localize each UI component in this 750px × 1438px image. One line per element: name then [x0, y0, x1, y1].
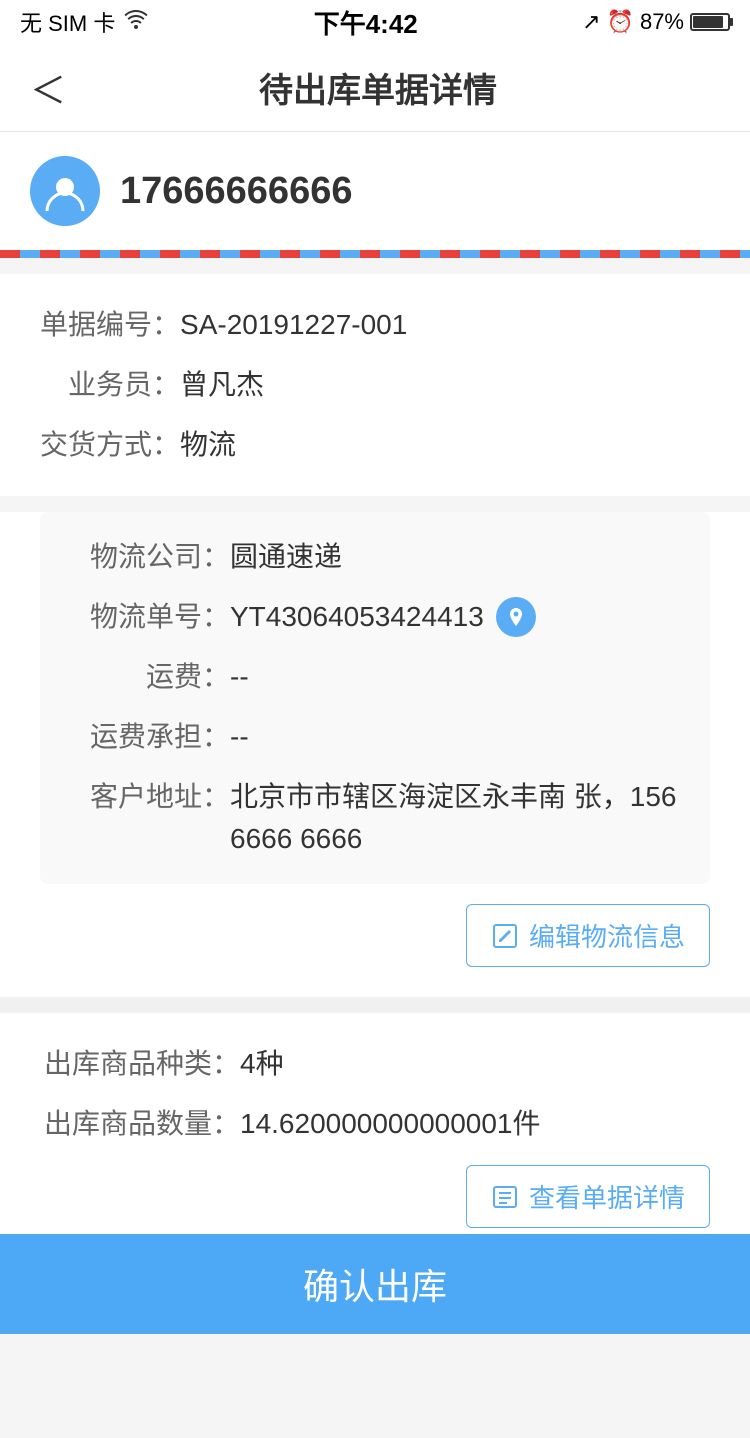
freight-bear-value: --: [230, 716, 680, 758]
tracking-value-wrap: YT43064053424413: [230, 596, 680, 638]
address-value: 北京市市辖区海淀区永丰南 张，156 6666 6666: [230, 776, 680, 860]
status-carrier: 无 SIM 卡: [20, 6, 149, 38]
edit-btn-label: 编辑物流信息: [529, 917, 685, 954]
address-label: 客户地址：: [70, 776, 230, 818]
tracking-row: 物流单号： YT43064053424413: [70, 596, 680, 638]
status-right: ↗ ⏰ 87%: [582, 9, 730, 35]
confirm-button[interactable]: 确认出库: [303, 1258, 447, 1310]
logistics-company-value: 圆通速递: [230, 536, 680, 578]
goods-section: 出库商品种类： 4种 出库商品数量： 14.620000000000001件 查…: [0, 1013, 750, 1258]
alarm-icon: ⏰: [607, 9, 634, 35]
section-divider: [0, 997, 750, 1013]
address-row: 客户地址： 北京市市辖区海淀区永丰南 张，156 6666 6666: [70, 776, 680, 860]
logistics-section: 物流公司： 圆通速递 物流单号： YT43064053424413 运费： --…: [0, 512, 750, 997]
delivery-method-label: 交货方式：: [40, 424, 180, 466]
location-arrow-icon: ↗: [582, 9, 600, 35]
carrier-text: 无 SIM 卡: [20, 6, 115, 38]
delivery-method-value: 物流: [180, 424, 710, 466]
goods-quantity-row: 出库商品数量： 14.620000000000001件: [40, 1103, 710, 1145]
goods-types-label: 出库商品种类：: [40, 1043, 240, 1085]
detail-btn-label: 查看单据详情: [529, 1178, 685, 1215]
confirm-bar: 确认出库: [0, 1234, 750, 1334]
nav-bar: ＜ 待出库单据详情: [0, 44, 750, 132]
dashed-separator: [0, 250, 750, 258]
customer-phone: 17666666666: [120, 170, 352, 213]
freight-label: 运费：: [70, 656, 230, 698]
detail-btn-wrap: 查看单据详情: [40, 1165, 710, 1228]
status-time: 下午4:42: [314, 4, 418, 41]
logistics-company-row: 物流公司： 圆通速递: [70, 536, 680, 578]
logistics-card: 物流公司： 圆通速递 物流单号： YT43064053424413 运费： --…: [40, 512, 710, 884]
battery-icon: [690, 13, 730, 31]
order-no-row: 单据编号： SA-20191227-001: [40, 304, 710, 346]
delivery-method-row: 交货方式： 物流: [40, 424, 710, 466]
view-detail-button[interactable]: 查看单据详情: [466, 1165, 710, 1228]
back-button[interactable]: ＜: [30, 62, 66, 114]
tracking-label: 物流单号：: [70, 596, 230, 638]
goods-quantity-label: 出库商品数量：: [40, 1103, 240, 1145]
goods-types-value: 4种: [240, 1043, 710, 1085]
customer-header: 17666666666: [0, 132, 750, 250]
freight-bear-row: 运费承担： --: [70, 716, 680, 758]
edit-btn-wrap: 编辑物流信息: [40, 904, 710, 967]
tracking-no: YT43064053424413: [230, 596, 484, 638]
salesman-label: 业务员：: [40, 364, 180, 406]
freight-row: 运费： --: [70, 656, 680, 698]
location-icon[interactable]: [496, 597, 536, 637]
avatar: [30, 156, 100, 226]
salesman-value: 曾凡杰: [180, 364, 710, 406]
freight-value: --: [230, 656, 680, 698]
wifi-icon: [123, 9, 149, 35]
battery-text: 87%: [640, 9, 684, 35]
goods-quantity-value: 14.620000000000001件: [240, 1103, 710, 1145]
order-no-value: SA-20191227-001: [180, 304, 710, 346]
page-title: 待出库单据详情: [86, 63, 670, 112]
salesman-row: 业务员： 曾凡杰: [40, 364, 710, 406]
order-info-section: 单据编号： SA-20191227-001 业务员： 曾凡杰 交货方式： 物流: [0, 274, 750, 496]
order-no-label: 单据编号：: [40, 304, 180, 346]
goods-types-row: 出库商品种类： 4种: [40, 1043, 710, 1085]
logistics-company-label: 物流公司：: [70, 536, 230, 578]
freight-bear-label: 运费承担：: [70, 716, 230, 758]
status-bar: 无 SIM 卡 下午4:42 ↗ ⏰ 87%: [0, 0, 750, 44]
edit-logistics-button[interactable]: 编辑物流信息: [466, 904, 710, 967]
